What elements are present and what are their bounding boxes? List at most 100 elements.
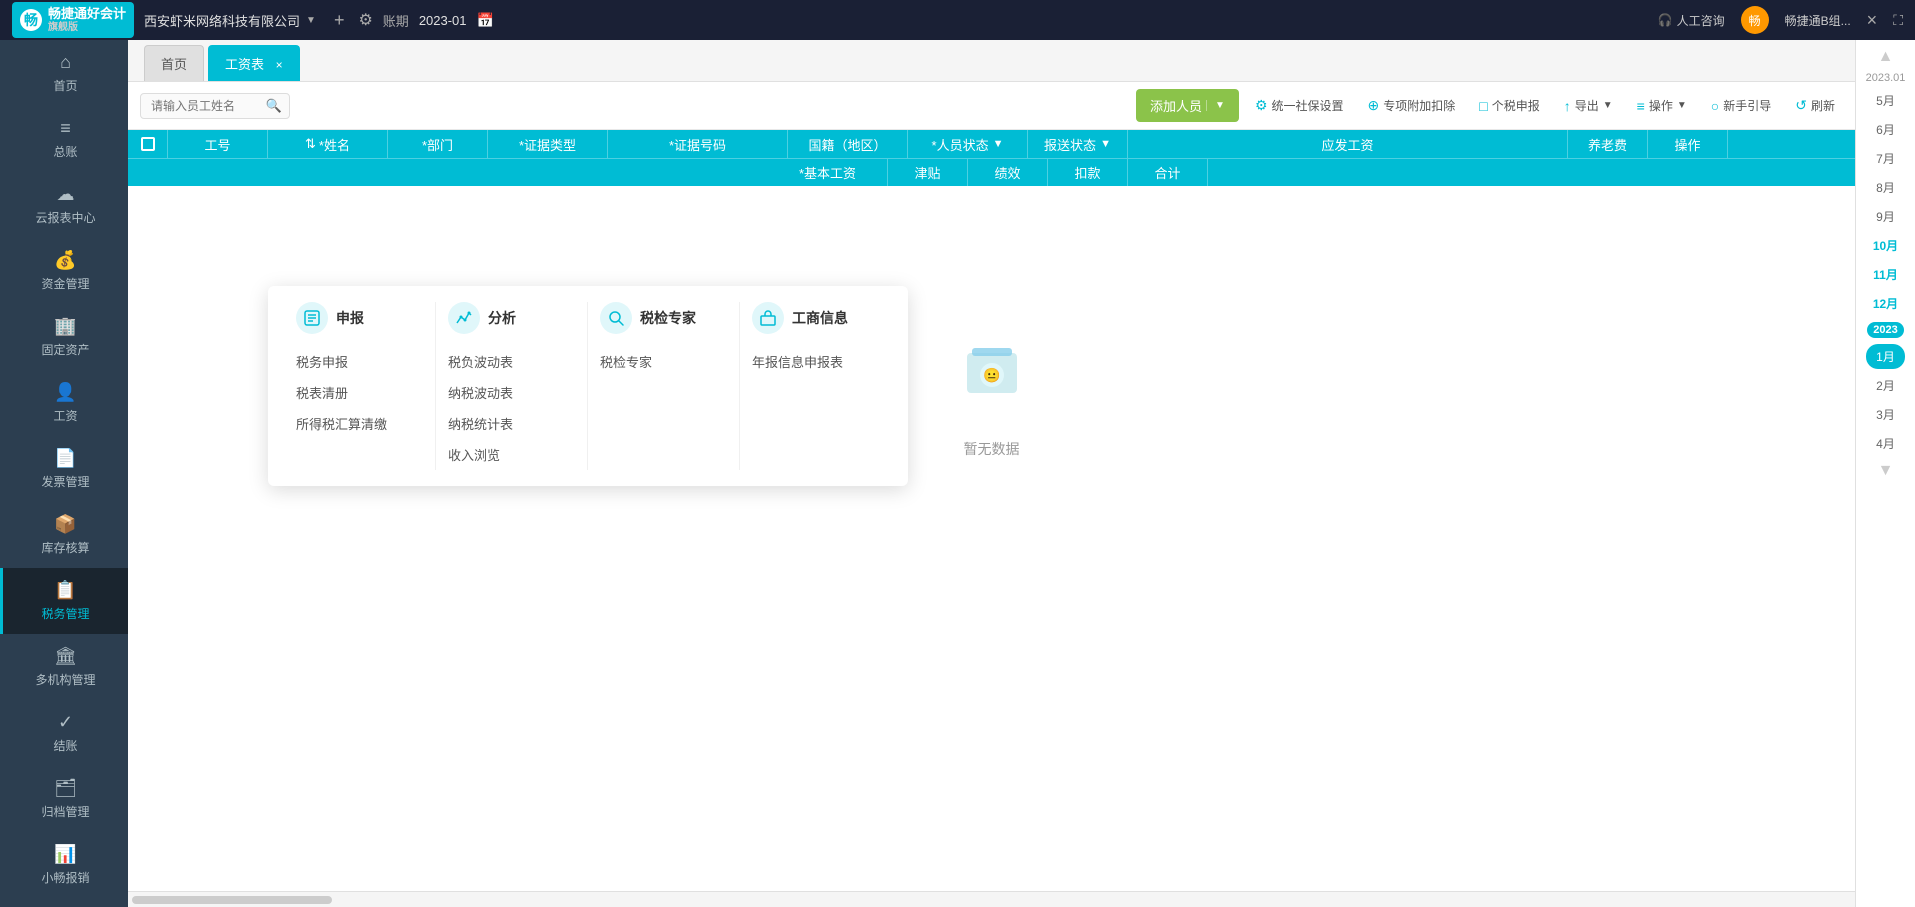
dropdown-col-business-info: 工商信息 年报信息申报表 — [740, 302, 892, 470]
submit-filter-icon[interactable]: ▼ — [1100, 138, 1111, 150]
special-deduction-label: 专项附加扣除 — [1383, 97, 1455, 114]
calendar-month-9[interactable]: 9月 — [1856, 202, 1915, 231]
period-value: 2023-01 — [419, 13, 467, 28]
cloud-icon: ☁ — [57, 184, 75, 205]
new-guide-btn[interactable]: ○ 新手引导 — [1703, 92, 1779, 119]
operation-btn[interactable]: ≡ 操作 ▼ — [1629, 92, 1695, 119]
sidebar-item-salary[interactable]: 👤 工资 — [0, 370, 128, 436]
settings-icon[interactable]: ⚙ — [358, 10, 372, 30]
expand-icon[interactable]: ⛶ — [1893, 12, 1903, 29]
ledger-icon: ≡ — [60, 118, 71, 139]
operation-label: 操作 — [1649, 97, 1673, 114]
search-icon: 🔍 — [266, 98, 282, 114]
app-logo: 畅 畅捷通好会计 旗舰版 — [12, 2, 134, 38]
calendar-month-11[interactable]: 11月 — [1856, 260, 1915, 289]
sidebar-item-settle[interactable]: ✓ 结账 — [0, 700, 128, 766]
calendar-month-5[interactable]: 5月 — [1856, 86, 1915, 115]
calendar-month-8[interactable]: 8月 — [1856, 173, 1915, 202]
top-bar-right: 🎧 人工咨询 畅 畅捷通B组... × ⛶ — [1658, 6, 1903, 34]
scrollbar-thumb[interactable] — [132, 896, 332, 904]
dropdown-grid: 申报 税务申报 税表清册 所得税汇算清缴 分析 — [284, 302, 892, 470]
add-person-button[interactable]: 添加人员 ▼ — [1136, 89, 1239, 122]
human-service-btn[interactable]: 🎧 人工咨询 — [1658, 12, 1725, 29]
calendar-month-12[interactable]: 12月 — [1856, 289, 1915, 318]
th-checkbox[interactable] — [128, 130, 168, 158]
menu-income-browse[interactable]: 收入浏览 — [448, 439, 575, 470]
calendar-month-3[interactable]: 3月 — [1856, 400, 1915, 429]
sidebar-label-settle: 结账 — [53, 737, 77, 754]
menu-tax-report[interactable]: 税务申报 — [296, 346, 423, 377]
calendar-month-2[interactable]: 2月 — [1856, 371, 1915, 400]
sidebar-label-salary: 工资 — [53, 407, 77, 424]
category-shenban: 申报 — [296, 302, 423, 334]
sidebar-label-cloud-report: 云报表中心 — [35, 209, 95, 226]
user-name[interactable]: 畅捷通B组... — [1785, 12, 1851, 29]
th-basic: *基本工资 — [768, 159, 888, 186]
tab-payroll[interactable]: 工资表 × — [208, 45, 300, 81]
menu-annual-report[interactable]: 年报信息申报表 — [752, 346, 880, 377]
calendar-month-6[interactable]: 6月 — [1856, 115, 1915, 144]
shenban-title: 申报 — [336, 308, 364, 328]
calendar-month-10[interactable]: 10月 — [1856, 231, 1915, 260]
tab-home[interactable]: 首页 — [144, 45, 204, 81]
horizontal-scrollbar[interactable] — [128, 891, 1855, 907]
calendar-prev-btn[interactable]: ▲ — [1874, 44, 1898, 70]
sidebar-item-assets[interactable]: 🏢 固定资产 — [0, 304, 128, 370]
salary-icon: 👤 — [54, 382, 76, 403]
tab-close-icon[interactable]: × — [276, 58, 283, 72]
sidebar-item-archive[interactable]: 🗂 归档管理 — [0, 766, 128, 832]
personal-tax-icon: □ — [1479, 98, 1487, 114]
social-insurance-btn[interactable]: ⚙ 统一社保设置 — [1247, 92, 1352, 119]
close-btn[interactable]: × — [1867, 10, 1878, 31]
add-person-label: 添加人员 — [1150, 96, 1202, 115]
th-certtype: *证据类型 — [488, 130, 608, 158]
company-chevron-icon: ▼ — [306, 15, 316, 26]
tab-payroll-label: 工资表 — [225, 57, 264, 72]
add-icon[interactable]: + — [334, 10, 345, 31]
tax-expert-icon — [600, 302, 632, 334]
tab-bar: 首页 工资表 × — [128, 40, 1855, 82]
sidebar-item-inventory[interactable]: 📦 库存核算 — [0, 502, 128, 568]
special-deduction-btn[interactable]: ⊕ 专项附加扣除 — [1360, 92, 1464, 119]
sidebar-item-fund[interactable]: 💰 资金管理 — [0, 238, 128, 304]
analysis-icon — [448, 302, 480, 334]
calendar-icon[interactable]: 📅 — [477, 12, 494, 29]
sidebar-item-multi-org[interactable]: 🏛 多机构管理 — [0, 634, 128, 700]
sidebar-item-ledger[interactable]: ≡ 总账 — [0, 106, 128, 172]
calendar-month-7[interactable]: 7月 — [1856, 144, 1915, 173]
fund-icon: 💰 — [54, 250, 76, 271]
th-subsidy: 津贴 — [888, 159, 968, 186]
invoice-icon: 📄 — [54, 448, 76, 469]
main-layout: ⌂ 首页 ≡ 总账 ☁ 云报表中心 💰 资金管理 🏢 固定资产 👤 工资 📄 发… — [0, 40, 1915, 907]
operation-chevron-icon: ▼ — [1677, 100, 1687, 111]
company-selector[interactable]: 西安虾米网络科技有限公司 ▼ — [144, 11, 316, 30]
empty-icon: 😐 — [952, 333, 1032, 427]
headset-icon: 🎧 — [1658, 13, 1673, 27]
export-btn[interactable]: ↑ 导出 ▼ — [1556, 92, 1621, 119]
operation-icon: ≡ — [1637, 98, 1645, 114]
menu-tax-table[interactable]: 税表清册 — [296, 377, 423, 408]
calendar-next-btn[interactable]: ▼ — [1874, 458, 1898, 484]
sidebar-item-invoice[interactable]: 📄 发票管理 — [0, 436, 128, 502]
sidebar-item-cloud-report[interactable]: ☁ 云报表中心 — [0, 172, 128, 238]
sidebar-item-home[interactable]: ⌂ 首页 — [0, 40, 128, 106]
assets-icon: 🏢 — [54, 316, 76, 337]
calendar-month-1[interactable]: 1月 — [1866, 344, 1905, 369]
refresh-btn[interactable]: ↺ 刷新 — [1787, 92, 1843, 119]
sidebar-item-mini-report[interactable]: 📊 小畅报销 — [0, 832, 128, 898]
sidebar-item-tax[interactable]: 📋 税务管理 — [0, 568, 128, 634]
menu-tax-burden[interactable]: 税负波动表 — [448, 346, 575, 377]
menu-tax-payment[interactable]: 纳税波动表 — [448, 377, 575, 408]
personal-tax-btn[interactable]: □ 个税申报 — [1471, 92, 1547, 119]
menu-income-tax-clear[interactable]: 所得税汇算清缴 — [296, 408, 423, 439]
calendar-month-4[interactable]: 4月 — [1856, 429, 1915, 458]
menu-tax-stats[interactable]: 纳税统计表 — [448, 408, 575, 439]
archive-icon: 🗂 — [54, 778, 77, 799]
menu-tax-check[interactable]: 税检专家 — [600, 346, 727, 377]
th-region: 国籍（地区） — [788, 130, 908, 158]
status-filter-icon[interactable]: ▼ — [993, 138, 1004, 150]
sidebar-item-basic-settings[interactable]: ⚙ 基础设置 — [0, 898, 128, 907]
social-insurance-label: 统一社保设置 — [1272, 97, 1344, 114]
export-icon: ↑ — [1564, 98, 1571, 114]
th-status: *人员状态 ▼ — [908, 130, 1028, 158]
